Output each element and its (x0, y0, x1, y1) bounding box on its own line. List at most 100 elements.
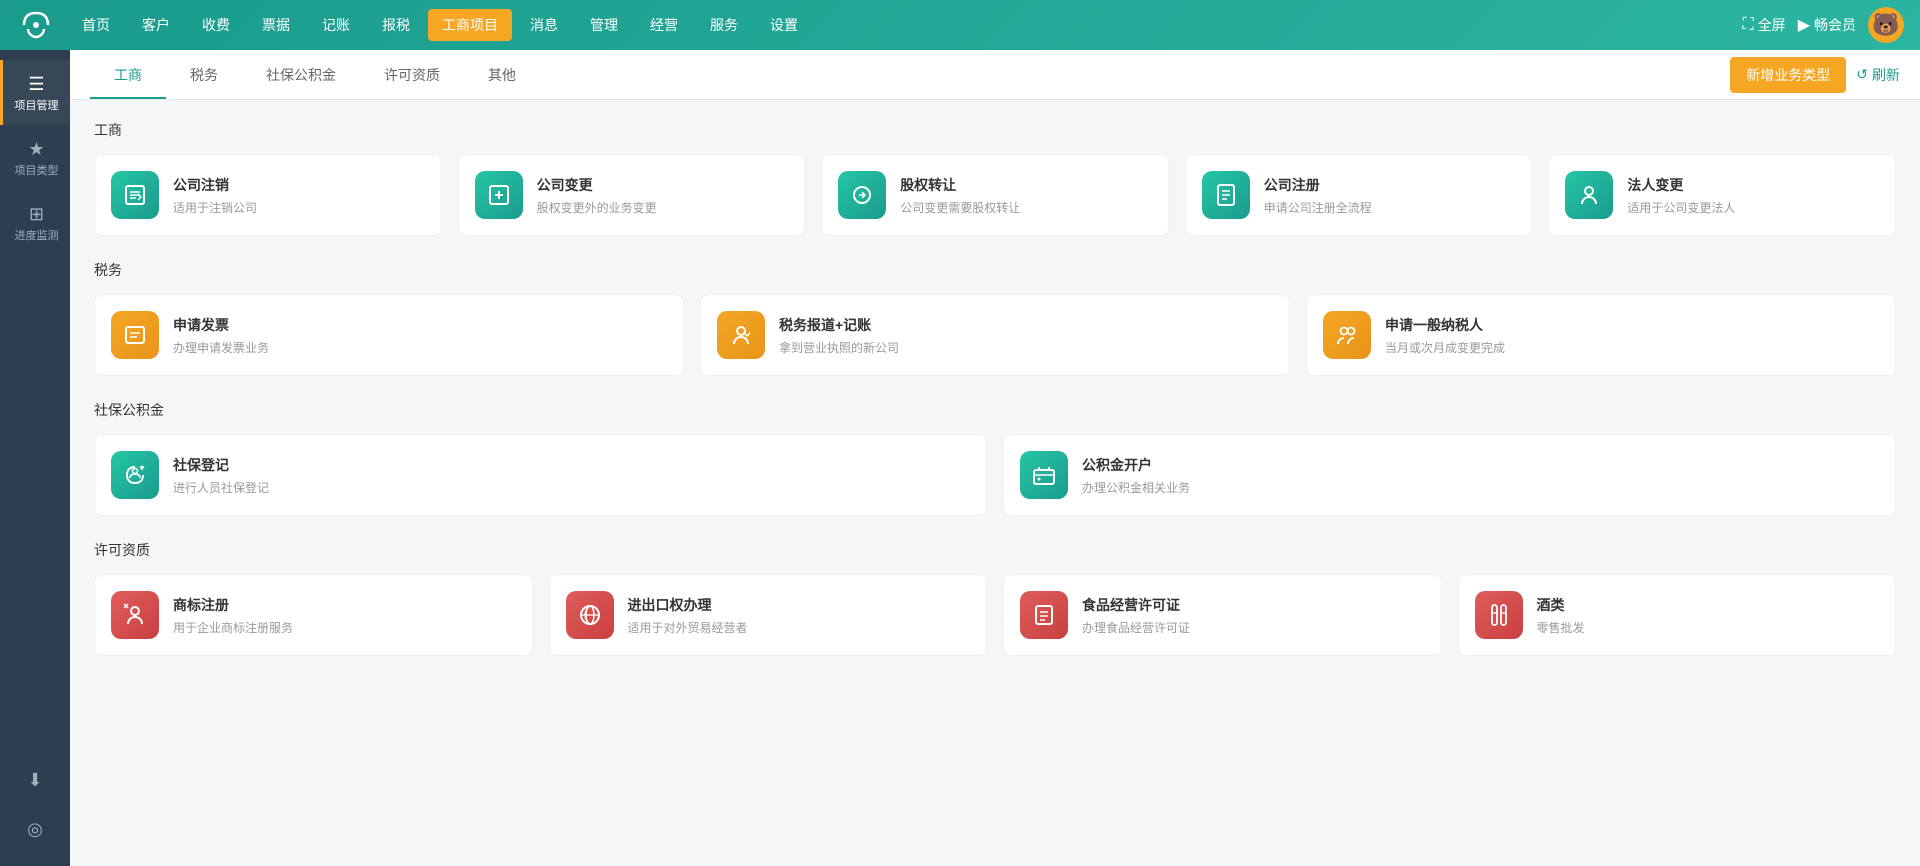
business-section: 工商 公司注销 适用于注销公司 (94, 120, 1896, 236)
food-license-info: 食品经营许可证 办理食品经营许可证 (1082, 595, 1425, 636)
import-export-desc: 适用于对外贸易经营者 (628, 619, 971, 636)
card-fund-open[interactable]: 公积金开户 办理公积金相关业务 (1003, 434, 1896, 516)
alcohol-icon (1475, 591, 1523, 639)
tab-tax[interactable]: 税务 (166, 51, 242, 99)
sidebar-item-project-type[interactable]: ★ 项目类型 (0, 125, 70, 190)
company-register-info: 公司注册 申请公司注册全流程 (1264, 175, 1516, 216)
company-change-desc: 股权变更外的业务变更 (537, 199, 789, 216)
sidebar-item-progress-monitor[interactable]: ⊞ 进度监测 (0, 190, 70, 255)
card-company-change[interactable]: 公司变更 股权变更外的业务变更 (458, 154, 806, 236)
refresh-label: 刷新 (1872, 65, 1900, 85)
alcohol-desc: 零售批发 (1537, 619, 1880, 636)
alcohol-title: 酒类 (1537, 595, 1880, 615)
card-trademark[interactable]: 商标注册 用于企业商标注册服务 (94, 574, 533, 656)
apply-invoice-title: 申请发票 (173, 315, 667, 335)
nav-tax[interactable]: 报税 (368, 9, 424, 41)
food-license-title: 食品经营许可证 (1082, 595, 1425, 615)
fund-open-desc: 办理公积金相关业务 (1082, 479, 1879, 496)
nav-business[interactable]: 工商项目 (428, 9, 512, 41)
tax-cards-grid: 申请发票 办理申请发票业务 税务 (94, 294, 1896, 376)
license-section: 许可资质 商标注册 用于企业商标注册服务 (94, 540, 1896, 656)
member-button[interactable]: ▶ 畅会员 (1798, 15, 1856, 35)
company-register-desc: 申请公司注册全流程 (1264, 199, 1516, 216)
general-taxpayer-icon (1323, 311, 1371, 359)
card-legal-person-change[interactable]: 法人变更 适用于公司变更法人 (1548, 154, 1896, 236)
alcohol-info: 酒类 零售批发 (1537, 595, 1880, 636)
nav-accounting[interactable]: 记账 (308, 9, 364, 41)
fullscreen-button[interactable]: ⛶ 全屏 (1742, 15, 1785, 35)
food-license-icon (1020, 591, 1068, 639)
card-company-cancel[interactable]: 公司注销 适用于注销公司 (94, 154, 442, 236)
business-section-title: 工商 (94, 120, 1896, 140)
sidebar-location[interactable]: ◎ (0, 809, 70, 850)
sidebar-download[interactable]: ⬇ (0, 760, 70, 801)
trademark-icon (111, 591, 159, 639)
sidebar-item-label-progress-monitor: 进度监测 (15, 230, 59, 243)
company-change-icon (475, 171, 523, 219)
card-food-license[interactable]: 食品经营许可证 办理食品经营许可证 (1003, 574, 1442, 656)
nav-operation[interactable]: 经营 (636, 9, 692, 41)
project-manage-icon: ☰ (25, 72, 49, 96)
company-cancel-title: 公司注销 (173, 175, 425, 195)
company-cancel-info: 公司注销 适用于注销公司 (173, 175, 425, 216)
top-nav: 首页 客户 收费 票据 记账 报税 工商项目 消息 管理 经营 服务 设置 ⛶ … (0, 0, 1920, 50)
avatar[interactable]: 🐻 (1868, 7, 1904, 43)
tab-social-fund[interactable]: 社保公积金 (242, 51, 360, 99)
nav-home[interactable]: 首页 (68, 9, 124, 41)
company-register-icon (1202, 171, 1250, 219)
nav-customer[interactable]: 客户 (128, 9, 184, 41)
nav-fee[interactable]: 收费 (188, 9, 244, 41)
import-export-title: 进出口权办理 (628, 595, 971, 615)
apply-invoice-info: 申请发票 办理申请发票业务 (173, 315, 667, 356)
apply-invoice-desc: 办理申请发票业务 (173, 339, 667, 356)
card-import-export[interactable]: 进出口权办理 适用于对外贸易经营者 (549, 574, 988, 656)
page-content: 工商 公司注销 适用于注销公司 (70, 100, 1920, 866)
sidebar-item-label-project-type: 项目类型 (15, 165, 59, 178)
nav-manage[interactable]: 管理 (576, 9, 632, 41)
card-equity-transfer[interactable]: 股权转让 公司变更需要股权转让 (821, 154, 1169, 236)
tab-business[interactable]: 工商 (90, 51, 166, 99)
import-export-icon (566, 591, 614, 639)
nav-service[interactable]: 服务 (696, 9, 752, 41)
sidebar: ☰ 项目管理 ★ 项目类型 ⊞ 进度监测 ⬇ ◎ (0, 50, 70, 866)
social-register-desc: 进行人员社保登记 (173, 479, 970, 496)
legal-person-change-desc: 适用于公司变更法人 (1627, 199, 1879, 216)
sidebar-bottom: ⬇ ◎ (0, 760, 70, 866)
card-tax-report-accounting[interactable]: 税务报道+记账 拿到营业执照的新公司 (700, 294, 1290, 376)
tab-bar-right: 新增业务类型 ↺ 刷新 (1730, 57, 1900, 93)
tab-other[interactable]: 其他 (464, 51, 540, 99)
tax-report-icon (717, 311, 765, 359)
company-cancel-desc: 适用于注销公司 (173, 199, 425, 216)
trademark-desc: 用于企业商标注册服务 (173, 619, 516, 636)
equity-transfer-desc: 公司变更需要股权转让 (900, 199, 1152, 216)
equity-transfer-icon (838, 171, 886, 219)
social-fund-section-title: 社保公积金 (94, 400, 1896, 420)
project-type-icon: ★ (25, 137, 49, 161)
new-type-button[interactable]: 新增业务类型 (1730, 57, 1846, 93)
tax-report-desc: 拿到营业执照的新公司 (779, 339, 1273, 356)
tab-license[interactable]: 许可资质 (360, 51, 464, 99)
fullscreen-icon: ⛶ (1742, 16, 1753, 34)
tax-report-info: 税务报道+记账 拿到营业执照的新公司 (779, 315, 1273, 356)
equity-transfer-title: 股权转让 (900, 175, 1152, 195)
tax-section-title: 税务 (94, 260, 1896, 280)
tax-section: 税务 申请发票 办理申请发票业务 (94, 260, 1896, 376)
license-section-title: 许可资质 (94, 540, 1896, 560)
card-alcohol[interactable]: 酒类 零售批发 (1458, 574, 1897, 656)
fund-open-info: 公积金开户 办理公积金相关业务 (1082, 455, 1879, 496)
social-register-title: 社保登记 (173, 455, 970, 475)
license-cards-grid: 商标注册 用于企业商标注册服务 (94, 574, 1896, 656)
sidebar-item-project-manage[interactable]: ☰ 项目管理 (0, 60, 70, 125)
nav-settings[interactable]: 设置 (756, 9, 812, 41)
equity-transfer-info: 股权转让 公司变更需要股权转让 (900, 175, 1152, 216)
card-company-register[interactable]: 公司注册 申请公司注册全流程 (1185, 154, 1533, 236)
sidebar-item-label-project-manage: 项目管理 (15, 100, 59, 113)
nav-invoice[interactable]: 票据 (248, 9, 304, 41)
card-social-register[interactable]: 社保登记 进行人员社保登记 (94, 434, 987, 516)
refresh-button[interactable]: ↺ 刷新 (1856, 65, 1900, 85)
nav-message[interactable]: 消息 (516, 9, 572, 41)
card-apply-general-taxpayer[interactable]: 申请一般纳税人 当月或次月成变更完成 (1306, 294, 1896, 376)
member-icon: ▶ (1798, 15, 1810, 35)
company-cancel-icon (111, 171, 159, 219)
card-apply-invoice[interactable]: 申请发票 办理申请发票业务 (94, 294, 684, 376)
